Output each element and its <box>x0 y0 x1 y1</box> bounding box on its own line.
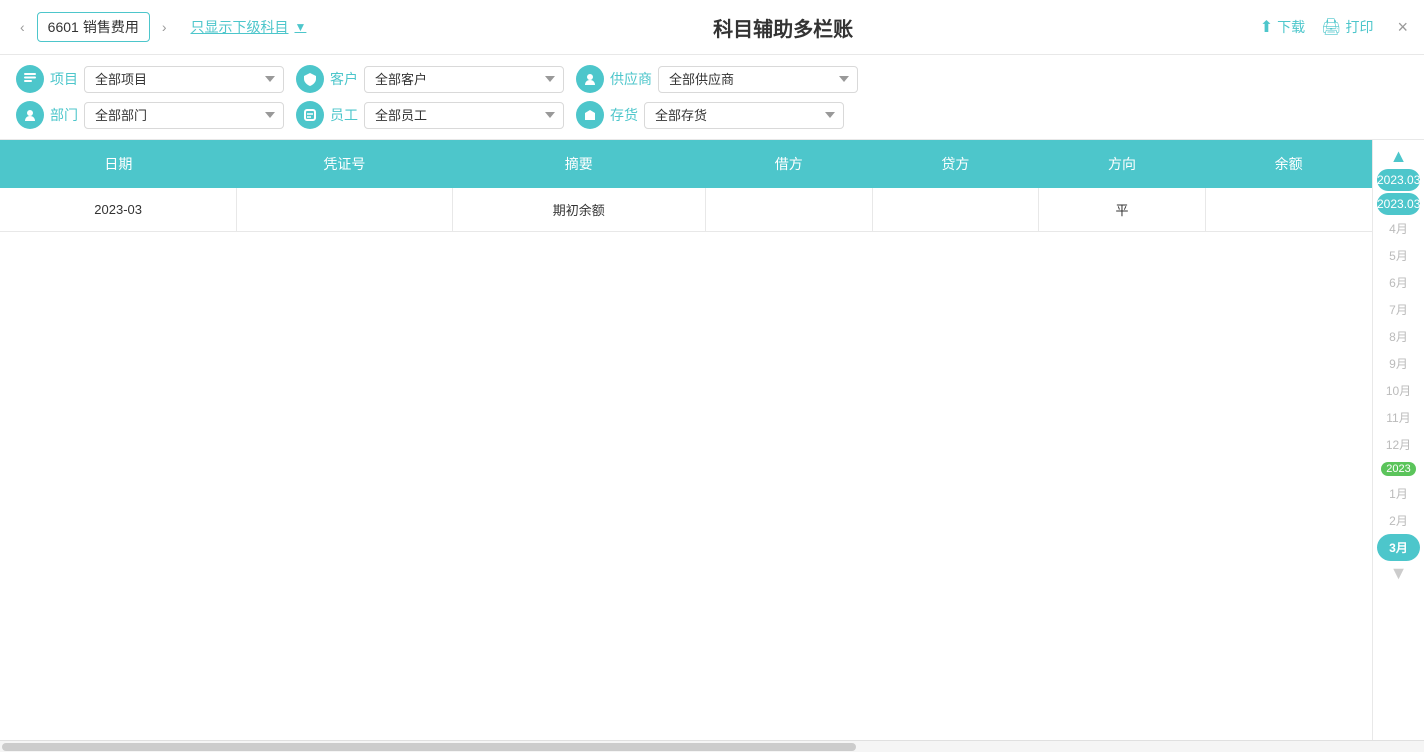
inventory-label: 存货 <box>610 105 638 125</box>
timeline-selected-1[interactable]: 2023.03 <box>1377 169 1420 191</box>
year-badge-2023[interactable]: 2023 <box>1381 462 1415 476</box>
supplier-select[interactable]: 全部供应商 <box>658 66 858 93</box>
col-credit: 贷方 <box>872 140 1039 188</box>
horizontal-scrollbar[interactable] <box>0 740 1424 752</box>
department-select[interactable]: 全部部门 <box>84 102 284 129</box>
print-label: 打印 <box>1345 17 1373 37</box>
customer-icon <box>296 65 324 93</box>
chevron-down-icon: ▼ <box>295 20 307 34</box>
timeline-month-1[interactable]: 1月 <box>1373 480 1424 507</box>
filter-inventory: 存货 全部存货 <box>576 101 844 129</box>
timeline-month-6[interactable]: 6月 <box>1373 269 1424 296</box>
timeline-month-8[interactable]: 8月 <box>1373 323 1424 350</box>
department-label: 部门 <box>50 105 78 125</box>
timeline-selected-2[interactable]: 2023.03 <box>1377 193 1420 215</box>
inventory-select[interactable]: 全部存货 <box>644 102 844 129</box>
timeline-up-arrow[interactable]: ▲ <box>1388 144 1410 169</box>
filter-supplier: 供应商 全部供应商 <box>576 65 858 93</box>
filter-employee: 员工 全部员工 <box>296 101 564 129</box>
col-debit: 借方 <box>705 140 872 188</box>
cell-direction: 平 <box>1039 188 1206 232</box>
timeline-sidebar: ▲ 2023.03 2023.03 4月 5月 6月 7月 8月 9月 10月 … <box>1372 140 1424 740</box>
main-window: ‹ 6601 销售费用 › 只显示下级科目 ▼ 科目辅助多栏账 ⬆ 下载 🖨 打… <box>0 0 1424 752</box>
cell-debit <box>705 188 872 232</box>
filter-project: 项目 全部项目 <box>16 65 284 93</box>
cell-credit <box>872 188 1039 232</box>
timeline-month-10[interactable]: 10月 <box>1373 377 1424 404</box>
col-date: 日期 <box>0 140 237 188</box>
col-balance: 余额 <box>1205 140 1372 188</box>
timeline-month-11[interactable]: 11月 <box>1373 404 1424 431</box>
table-container: 日期 凭证号 摘要 借方 贷方 方向 余额 2023-03 期初余额 <box>0 140 1424 740</box>
timeline-month-4[interactable]: 4月 <box>1373 215 1424 242</box>
cell-summary: 期初余额 <box>452 188 705 232</box>
top-bar: ‹ 6601 销售费用 › 只显示下级科目 ▼ 科目辅助多栏账 ⬆ 下载 🖨 打… <box>0 0 1424 55</box>
print-icon: 🖨 <box>1321 17 1341 37</box>
customer-select[interactable]: 全部客户 <box>364 66 564 93</box>
print-button[interactable]: 🖨 打印 <box>1321 17 1373 37</box>
col-voucher: 凭证号 <box>237 140 452 188</box>
timeline-down-arrow[interactable]: ▼ <box>1388 561 1410 586</box>
prev-account-arrow[interactable]: ‹ <box>16 17 29 37</box>
next-account-arrow[interactable]: › <box>158 17 171 37</box>
table-wrapper: 日期 凭证号 摘要 借方 贷方 方向 余额 2023-03 期初余额 <box>0 140 1372 740</box>
show-sub-select[interactable]: 只显示下级科目 ▼ <box>191 17 307 37</box>
show-sub-label: 只显示下级科目 <box>191 17 289 37</box>
account-code-box: 6601 销售费用 <box>37 12 150 42</box>
scrollbar-thumb[interactable] <box>2 743 856 751</box>
employee-icon <box>296 101 324 129</box>
timeline-month-7[interactable]: 7月 <box>1373 296 1424 323</box>
customer-label: 客户 <box>330 69 358 89</box>
col-direction: 方向 <box>1039 140 1206 188</box>
filter-bar: 项目 全部项目 客户 全部客户 供应商 <box>0 55 1424 140</box>
timeline-month-9[interactable]: 9月 <box>1373 350 1424 377</box>
account-name: 销售费用 <box>83 17 139 37</box>
supplier-label: 供应商 <box>610 69 652 89</box>
timeline-selected-2-text: 2023.03 <box>1377 197 1420 211</box>
project-label: 项目 <box>50 69 78 89</box>
project-select[interactable]: 全部项目 <box>84 66 284 93</box>
filter-department: 部门 全部部门 <box>16 101 284 129</box>
department-icon <box>16 101 44 129</box>
timeline-month-3-active[interactable]: 3月 <box>1377 534 1420 561</box>
col-summary: 摘要 <box>452 140 705 188</box>
close-button[interactable]: × <box>1397 17 1408 38</box>
timeline-selected-1-text: 2023.03 <box>1377 173 1420 187</box>
cell-date: 2023-03 <box>0 188 237 232</box>
employee-label: 员工 <box>330 105 358 125</box>
download-icon: ⬆ <box>1260 17 1273 37</box>
timeline-month-5[interactable]: 5月 <box>1373 242 1424 269</box>
account-code: 6601 <box>48 19 79 35</box>
inventory-icon <box>576 101 604 129</box>
filter-row-2: 部门 全部部门 员工 全部员工 存货 <box>16 101 1408 129</box>
ledger-table: 日期 凭证号 摘要 借方 贷方 方向 余额 2023-03 期初余额 <box>0 140 1372 232</box>
filter-customer: 客户 全部客户 <box>296 65 564 93</box>
cell-voucher <box>237 188 452 232</box>
year-badge-container: 2023 <box>1373 458 1424 480</box>
table-header-row: 日期 凭证号 摘要 借方 贷方 方向 余额 <box>0 140 1372 188</box>
timeline-month-12[interactable]: 12月 <box>1373 431 1424 458</box>
download-button[interactable]: ⬆ 下载 <box>1260 17 1305 37</box>
timeline-month-2[interactable]: 2月 <box>1373 507 1424 534</box>
table-row: 2023-03 期初余额 平 <box>0 188 1372 232</box>
filter-row-1: 项目 全部项目 客户 全部客户 供应商 <box>16 65 1408 93</box>
page-title: 科目辅助多栏账 <box>314 13 1251 42</box>
supplier-icon <box>576 65 604 93</box>
project-icon <box>16 65 44 93</box>
top-actions: ⬆ 下载 🖨 打印 × <box>1260 17 1408 38</box>
employee-select[interactable]: 全部员工 <box>364 102 564 129</box>
download-label: 下载 <box>1277 17 1305 37</box>
cell-balance <box>1205 188 1372 232</box>
